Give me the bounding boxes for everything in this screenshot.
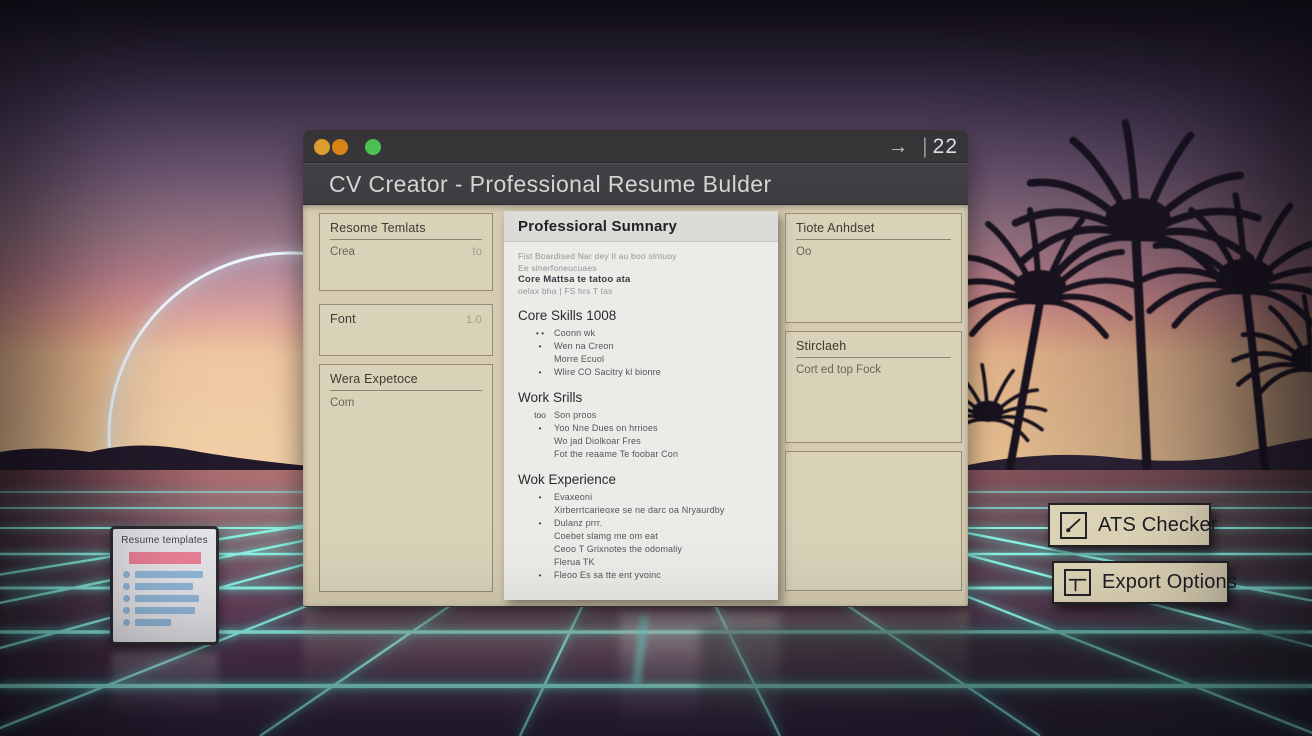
bullet-dot: [123, 595, 130, 602]
list-item: • • Coonn wk: [535, 328, 596, 338]
panel-resume-templates[interactable]: Resome Temlats Crea to: [319, 213, 493, 291]
editor-content: Resome Temlats Crea to Font 1.0 Wera Exp…: [303, 205, 968, 606]
line-counter: | 22: [922, 134, 958, 158]
window-control-maximize[interactable]: [365, 139, 381, 155]
titlebar: → | 22: [303, 130, 968, 163]
vaporwave-desktop-scene: → | 22 CV Creator - Professional Resume B…: [0, 0, 1312, 736]
forward-arrow-icon[interactable]: →: [888, 137, 908, 157]
text-line: [135, 595, 199, 602]
window-title: CV Creator - Professional Resume Bulder: [329, 170, 772, 197]
window-control-minimize[interactable]: [332, 139, 348, 155]
panel-field-label: Cort ed top Fock: [796, 364, 882, 376]
bullet-dot: [123, 607, 130, 614]
text-line: [135, 607, 195, 614]
work-experience-list: • Evaxeoni Xirberrtcarieoxe se ne darc oa…: [518, 491, 764, 582]
button-label: Export Options: [1102, 571, 1238, 593]
panel-note-checker[interactable]: Tiote Anhdset Oo: [785, 213, 962, 323]
list-item: Ceoo T Grixnotes the odomaliy: [554, 544, 683, 554]
resume-template-card[interactable]: Resume templates: [110, 526, 219, 645]
list-item: • Fleoo Es sa tte ent yvoinc: [538, 570, 661, 580]
list-item: Morre Ecuol: [554, 354, 605, 364]
bullet-dot: [123, 571, 130, 578]
panel-font[interactable]: Font 1.0: [319, 304, 493, 356]
panel-title: Wera Expetoce: [330, 372, 482, 391]
button-label: ATS Checker: [1098, 513, 1218, 536]
card-line: [113, 583, 216, 590]
card-line: [113, 619, 216, 626]
list-item: Fot the reaame Te foobar Con: [554, 449, 679, 459]
list-item: • Yoo Nne Dues on hrrioes: [538, 423, 658, 433]
panel-title: Font: [330, 312, 356, 326]
text-line: [135, 583, 193, 590]
summary-line: Fist Boardised Nar dey Il au boo sintuoy: [518, 251, 677, 261]
core-skills-list: • • Coonn wk • Wen na Creon Morre Ecuol • W…: [518, 327, 764, 379]
panel-field-label: Com: [330, 397, 355, 409]
summary-line: oelax bha | FS hrs T tas: [518, 285, 613, 296]
layout-grid-icon: [1064, 569, 1091, 596]
section-heading-core-skills: Core Skills 1008: [518, 308, 617, 323]
window-header: CV Creator - Professional Resume Bulder: [303, 163, 968, 205]
panel-title: Stirclaeh: [796, 339, 951, 358]
work-skills-list: too Son proos • Yoo Nne Dues on hrrioes Wo…: [518, 409, 764, 461]
section-heading-work-experience: Wok Experience: [518, 472, 617, 487]
panel-title: Tiote Anhdset: [796, 221, 951, 240]
summary-line: Core Mattsa te tatoo ata: [518, 274, 631, 285]
section-heading-work-skills: Work Srills: [518, 390, 583, 405]
panel-empty[interactable]: [785, 451, 962, 591]
list-item: • Wlire CO Sacitry kl bionre: [538, 367, 661, 377]
list-item: Wo jad Diolkoar Fres: [554, 436, 641, 446]
ats-checker-button[interactable]: ATS Checker: [1048, 503, 1217, 547]
list-item: too Son proos: [534, 410, 597, 420]
panel-title: Resome Temlats: [330, 221, 482, 240]
card-accent-bar: [128, 552, 201, 564]
export-options-button[interactable]: Export Options: [1052, 561, 1237, 604]
panel-field-label: Oo: [796, 246, 812, 258]
list-item: • Evaxeoni: [538, 492, 593, 502]
card-title: Resume templates: [121, 535, 208, 546]
list-item: Flerua TK: [554, 557, 595, 567]
window-control-close[interactable]: [314, 139, 330, 155]
panel-field-value: to: [472, 246, 482, 258]
panel-field-label: Crea: [330, 246, 355, 258]
card-line: [113, 607, 216, 614]
list-item: • Dulanz prrr.: [538, 518, 603, 528]
card-line: [113, 571, 216, 578]
pen-check-icon: [1060, 511, 1087, 539]
list-item: • Wen na Creon: [538, 341, 614, 351]
panel-work-experience[interactable]: Wera Expetoce Com: [319, 364, 493, 592]
resume-section-title: Professioral Sumnary: [504, 211, 778, 242]
resume-preview[interactable]: Professioral Sumnary Fist Boardised Nar …: [504, 211, 778, 600]
list-item: Coebet slamg me om eat: [554, 531, 658, 541]
resume-body: Fist Boardised Nar dey Il au boo sintuoy…: [504, 242, 778, 582]
list-item: Xirberrtcarieoxe se ne darc oa Nryaurdby: [554, 505, 725, 515]
panel-structure[interactable]: Stirclaeh Cort ed top Fock: [785, 331, 962, 443]
bullet-dot: [123, 583, 130, 590]
text-line: [135, 619, 171, 626]
text-line: [135, 571, 203, 578]
app-window: → | 22 CV Creator - Professional Resume B…: [303, 130, 968, 607]
card-line: [113, 595, 216, 602]
summary-line: Ee sinerfoneucuaes: [518, 262, 597, 273]
bullet-dot: [123, 619, 130, 626]
font-size-value: 1.0: [466, 314, 482, 326]
